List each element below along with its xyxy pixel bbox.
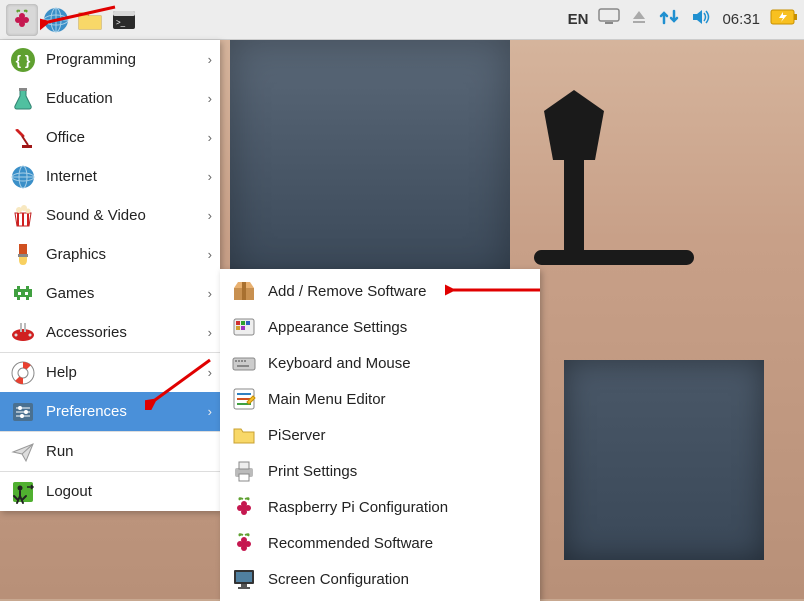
palette-icon — [230, 313, 258, 341]
eject-icon[interactable] — [630, 8, 648, 31]
taskbar: >_ EN 06:31 — [0, 0, 804, 40]
submenu-label: PiServer — [268, 427, 326, 444]
paperplane-icon — [8, 437, 38, 467]
chevron-right-icon: › — [208, 91, 212, 106]
preferences-submenu: Add / Remove Software Appearance Setting… — [220, 269, 540, 601]
menu-games[interactable]: Games › — [0, 274, 220, 313]
submenu-screen-config[interactable]: Screen Configuration — [220, 561, 540, 597]
popcorn-icon — [8, 201, 38, 231]
invader-icon — [8, 279, 38, 309]
submenu-label: Appearance Settings — [268, 319, 407, 336]
menu-internet[interactable]: Internet › — [0, 157, 220, 196]
chevron-right-icon: › — [208, 52, 212, 67]
exit-icon — [8, 477, 38, 507]
submenu-raspi-config[interactable]: Raspberry Pi Configuration — [220, 489, 540, 525]
network-icon[interactable] — [658, 6, 680, 33]
menuedit-icon — [230, 385, 258, 413]
menu-office[interactable]: Office › — [0, 118, 220, 157]
menu-label: Accessories — [46, 324, 208, 341]
submenu-label: Print Settings — [268, 463, 357, 480]
menu-graphics[interactable]: Graphics › — [0, 235, 220, 274]
submenu-print-settings[interactable]: Print Settings — [220, 453, 540, 489]
menu-label: Sound & Video — [46, 207, 208, 224]
menu-label: Run — [46, 443, 212, 460]
chevron-right-icon: › — [208, 130, 212, 145]
submenu-main-menu-editor[interactable]: Main Menu Editor — [220, 381, 540, 417]
chevron-right-icon: › — [208, 169, 212, 184]
raspberry-icon — [10, 8, 34, 32]
submenu-label: Recommended Software — [268, 535, 433, 552]
start-menu-button[interactable] — [6, 4, 38, 36]
menu-education[interactable]: Education › — [0, 79, 220, 118]
menu-label: Graphics — [46, 246, 208, 263]
lamp-icon — [8, 123, 38, 153]
keyboard-icon — [230, 349, 258, 377]
submenu-label: Add / Remove Software — [268, 283, 426, 300]
menu-label: Internet — [46, 168, 208, 185]
submenu-piserver[interactable]: PiServer — [220, 417, 540, 453]
wallpaper-lamp — [534, 90, 614, 270]
package-icon — [230, 277, 258, 305]
menu-programming[interactable]: { } Programming › — [0, 40, 220, 79]
menu-label: Games — [46, 285, 208, 302]
menu-accessories[interactable]: Accessories › — [0, 313, 220, 352]
raspberry-icon — [230, 529, 258, 557]
menu-run[interactable]: Run — [0, 432, 220, 471]
printer-icon — [230, 457, 258, 485]
submenu-label: Keyboard and Mouse — [268, 355, 411, 372]
annotation-arrow-preferences — [145, 355, 215, 410]
brush-icon — [8, 240, 38, 270]
submenu-label: Screen Configuration — [268, 571, 409, 588]
svg-text:{ }: { } — [16, 52, 31, 68]
menu-label: Education — [46, 90, 208, 107]
menu-sound-video[interactable]: Sound & Video › — [0, 196, 220, 235]
menu-label: Programming — [46, 51, 208, 68]
submenu-label: Raspberry Pi Configuration — [268, 499, 448, 516]
menu-logout[interactable]: Logout — [0, 472, 220, 511]
flask-icon — [8, 84, 38, 114]
submenu-appearance-settings[interactable]: Appearance Settings — [220, 309, 540, 345]
knife-icon — [8, 318, 38, 348]
chevron-right-icon: › — [208, 208, 212, 223]
code-icon: { } — [8, 45, 38, 75]
keyboard-layout-indicator[interactable]: EN — [568, 11, 589, 28]
folder-icon — [230, 421, 258, 449]
sliders-icon — [8, 397, 38, 427]
menu-label: Office — [46, 129, 208, 146]
chevron-right-icon: › — [208, 247, 212, 262]
submenu-recommended-software[interactable]: Recommended Software — [220, 525, 540, 561]
chevron-right-icon: › — [208, 325, 212, 340]
display-icon[interactable] — [598, 8, 620, 31]
chevron-right-icon: › — [208, 286, 212, 301]
clock[interactable]: 06:31 — [722, 11, 760, 28]
main-menu: { } Programming › Education › Office › I… — [0, 40, 220, 511]
annotation-arrow-addremove — [445, 280, 545, 300]
lifebuoy-icon — [8, 358, 38, 388]
submenu-keyboard-mouse[interactable]: Keyboard and Mouse — [220, 345, 540, 381]
menu-label: Logout — [46, 483, 212, 500]
submenu-label: Main Menu Editor — [268, 391, 386, 408]
monitor-icon — [230, 565, 258, 593]
globe-icon — [8, 162, 38, 192]
battery-icon[interactable] — [770, 9, 798, 30]
volume-icon[interactable] — [690, 6, 712, 33]
raspberry-icon — [230, 493, 258, 521]
annotation-arrow-start — [40, 2, 120, 32]
